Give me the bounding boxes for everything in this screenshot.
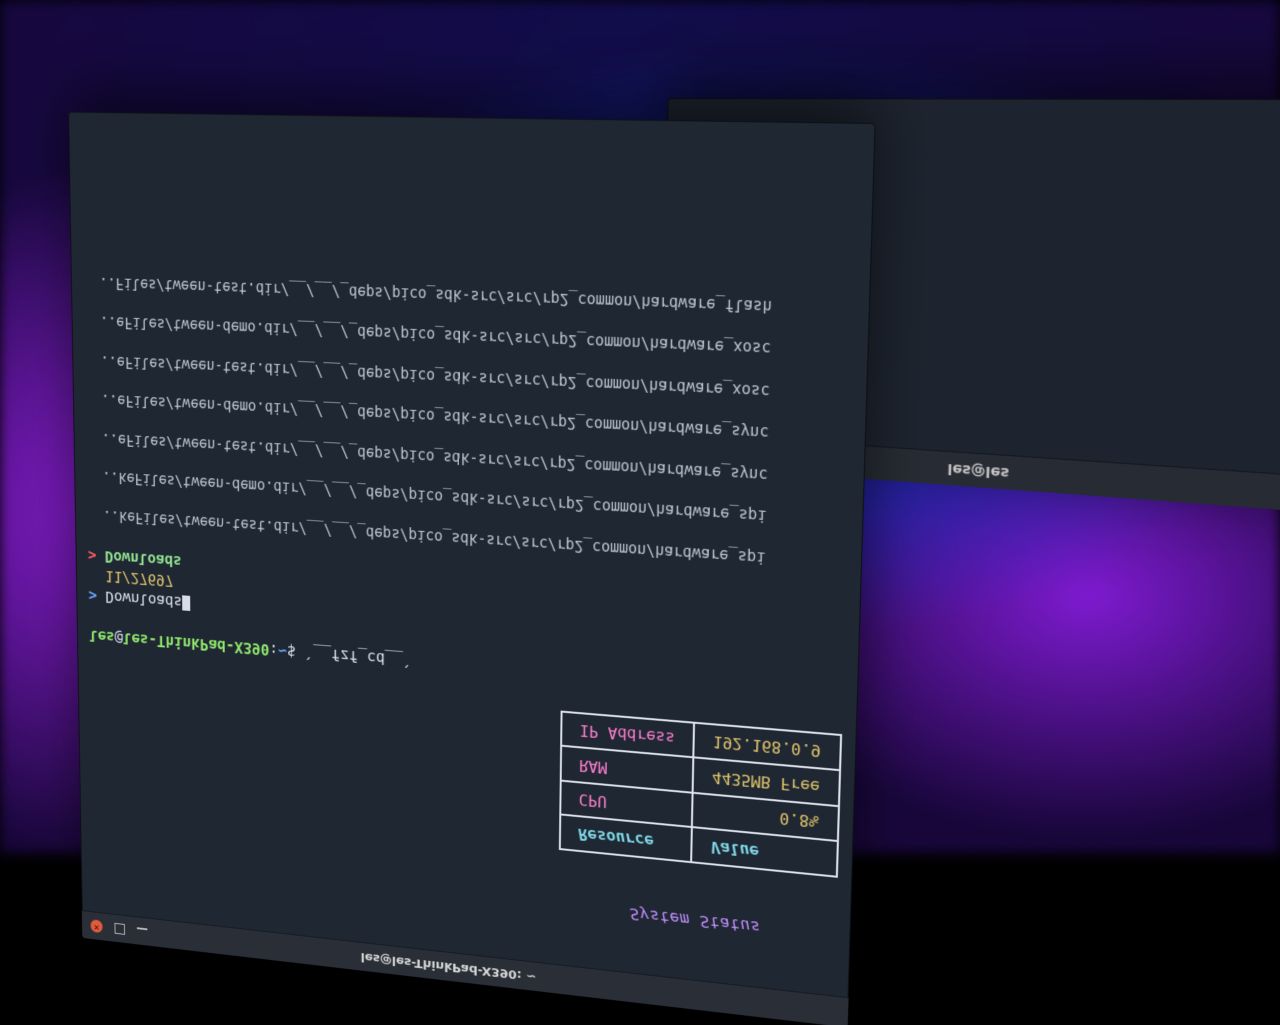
fzf-query[interactable]: Downloads <box>105 588 182 612</box>
status-title: System Status <box>558 895 837 946</box>
maximize-icon[interactable] <box>115 923 125 935</box>
fzf-count: 11/27697 <box>105 567 173 590</box>
terminal-window-front[interactable]: ✕ les@les-ThinkPad-X390: ~ System Status… <box>68 111 876 1025</box>
shell-prompt[interactable]: les@les-ThinkPad-X390:~$ `__fzf_cd__` <box>89 625 844 706</box>
window-controls: ✕ <box>90 912 147 946</box>
terminal-body-front[interactable]: System Status Resource Value CPU 0.8% RA… <box>68 111 876 997</box>
fzf-results: ..keFiles/tween-test.dir/__/__/_deps/pic… <box>83 252 856 594</box>
cursor <box>182 595 190 611</box>
minimize-icon[interactable] <box>137 927 147 930</box>
window-title-back: les@les <box>947 460 1009 481</box>
fzf-top-match[interactable]: Downloads <box>105 547 182 570</box>
fzf-prompt-icon: > <box>88 586 105 605</box>
fzf-pointer-icon: > <box>88 546 97 564</box>
desktop-stage: les@les > .py 24876/195142 (0) > app.py … <box>0 0 1280 853</box>
command-text: `__fzf_cd__` <box>305 644 413 671</box>
system-status-box: System Status Resource Value CPU 0.8% RA… <box>557 689 843 988</box>
list-item[interactable]: ..Files/tween-test.dir/__/__/_deps/pico_… <box>83 272 855 320</box>
close-icon[interactable]: ✕ <box>90 919 102 933</box>
